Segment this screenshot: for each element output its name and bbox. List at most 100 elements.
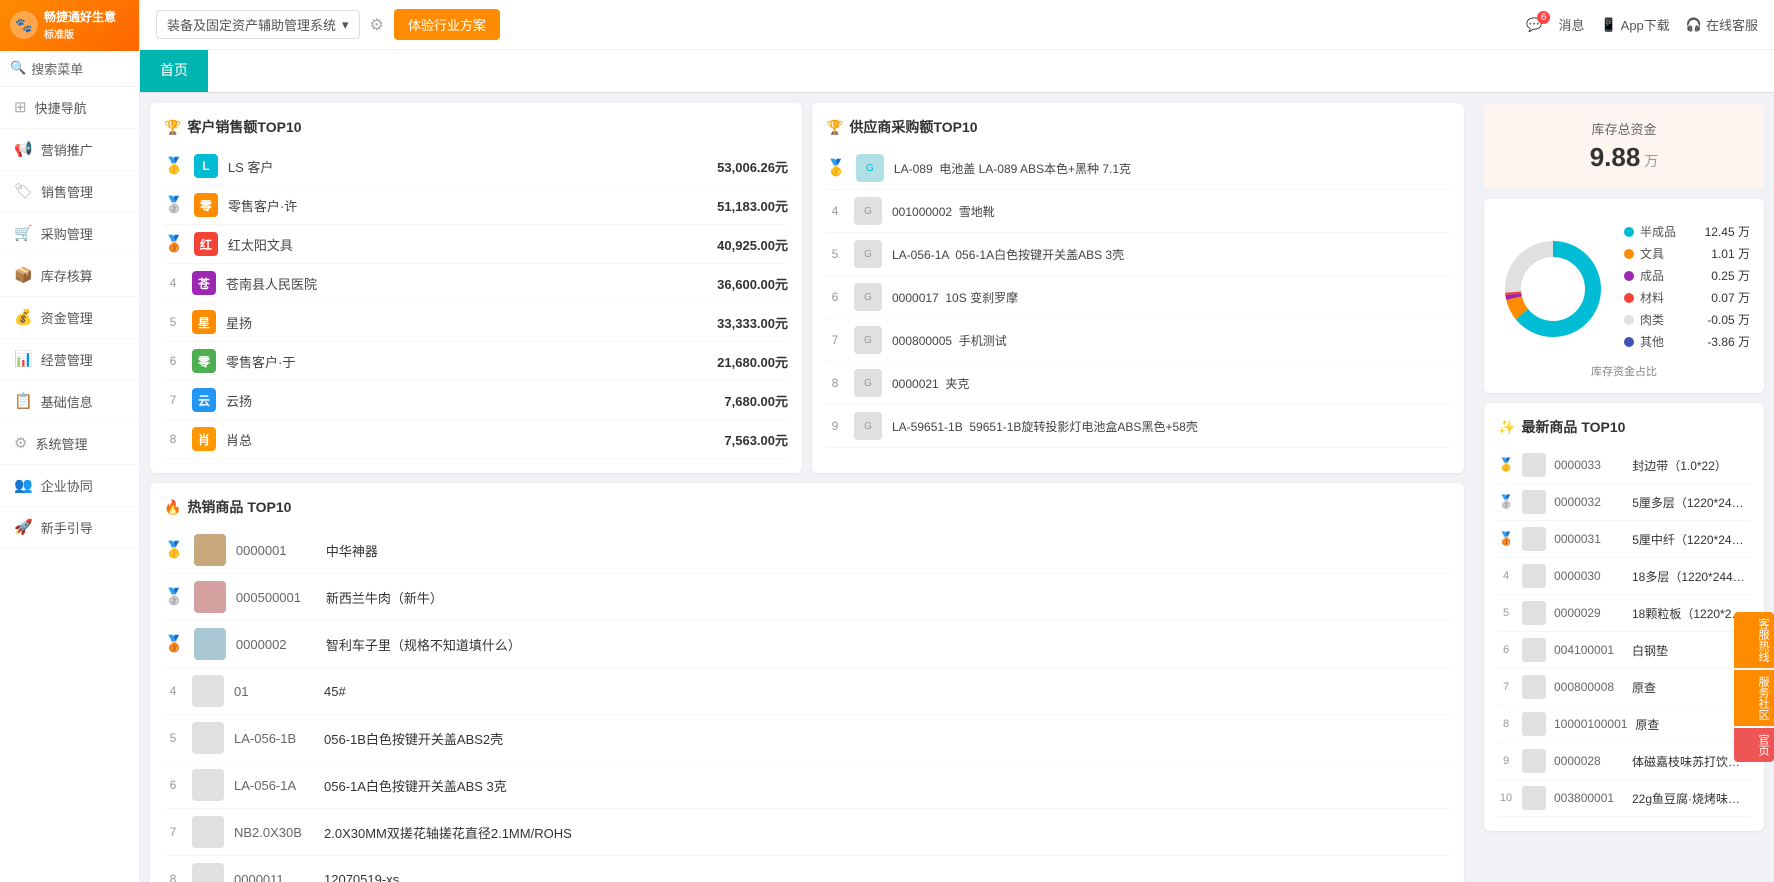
customer-ranking-card: 🏆 客户销售额TOP10 🥇 L LS 客户 53,006.26元 🥈 零 零售… [150, 103, 802, 473]
customer-name: 星扬 [226, 313, 707, 332]
product-code: 003800001 [1554, 791, 1624, 805]
new-products-title: ✨ 最新商品 TOP10 [1498, 417, 1750, 437]
rank-num: 9 [1498, 755, 1514, 767]
rank-num: 8 [826, 376, 844, 390]
legend-value: -0.05 万 [1707, 311, 1750, 328]
customer-badge: 肖 [192, 427, 216, 451]
rank-num: 8 [1498, 718, 1514, 730]
sidebar-item-sales[interactable]: 🏷 销售管理 [0, 171, 139, 213]
product-thumb [192, 816, 224, 848]
new-product-thumb [1522, 601, 1546, 625]
customer-amount: 7,680.00元 [724, 391, 788, 410]
table-row: 4 G 001000002 雪地靴 [826, 190, 1450, 233]
sidebar-item-basic-info[interactable]: 📋 基础信息 [0, 381, 139, 423]
rank-num: 4 [1498, 570, 1514, 582]
table-row: 9 G LA-59651-1B 59651-1B旋转投影灯电池盒ABS黑色+58… [826, 405, 1450, 448]
table-row: 🥉 0000002 智利车子里（规格不知道填什么） [164, 621, 1450, 668]
customer-badge: 零 [194, 193, 218, 217]
rank-num: 5 [164, 315, 182, 329]
float-btn-home[interactable]: 官页 [1734, 728, 1774, 762]
product-name: 45# [324, 684, 1450, 699]
medal-icon: 🥉 [164, 634, 184, 654]
rank-num: 6 [826, 290, 844, 304]
new-product-thumb [1522, 786, 1546, 810]
legend-name: 半成品 [1640, 223, 1699, 240]
rank-num: 4 [826, 204, 844, 218]
sidebar-item-quicknav[interactable]: ⊞ 快捷导航 [0, 87, 139, 129]
top-two-col: 🏆 客户销售额TOP10 🥇 L LS 客户 53,006.26元 🥈 零 零售… [150, 103, 1464, 473]
table-row: 5 G LA-056-1A 056-1A白色按键开关盖ABS 3壳 [826, 233, 1450, 276]
product-thumb [192, 863, 224, 882]
hot-products-title: 🔥 热销商品 TOP10 [164, 497, 1450, 517]
product-name: 原查 [1632, 679, 1750, 696]
sidebar-item-finance[interactable]: 💰 资金管理 [0, 297, 139, 339]
app-download-label: App下载 [1621, 15, 1670, 34]
sidebar-item-stock[interactable]: 📦 库存核算 [0, 255, 139, 297]
new-product-thumb [1522, 527, 1546, 551]
float-btn-community[interactable]: 服务社区 [1734, 670, 1774, 726]
sidebar-item-marketing[interactable]: 📢 营销推广 [0, 129, 139, 171]
legend-item: 材料 0.07 万 [1624, 289, 1750, 306]
system-name: 装备及固定资产辅助管理系统 [167, 15, 336, 34]
sidebar-item-operations[interactable]: 📊 经营管理 [0, 339, 139, 381]
app-download-link[interactable]: 📱 App下载 [1600, 15, 1669, 34]
product-thumb: G [854, 326, 882, 354]
nav-icon-system: ⚙ [14, 434, 27, 452]
hot-products-card: 🔥 热销商品 TOP10 🥇 0000001 中华神器 🥈 000500001 … [150, 483, 1464, 882]
rank-num: 6 [164, 354, 182, 368]
table-row: 4 苍 苍南县人民医院 36,600.00元 [164, 264, 788, 303]
rank-num: 5 [1498, 607, 1514, 619]
product-code: 0000032 [1554, 495, 1624, 509]
legend-dot [1624, 249, 1634, 259]
customer-name: 苍南县人民医院 [226, 274, 707, 293]
logo-name: 畅捷通好生意 [44, 10, 116, 26]
settings-icon[interactable]: ⚙ [370, 15, 384, 35]
product-name: 18颗粒板（1220*2440） [1632, 605, 1750, 622]
product-code: 10000100001 [1554, 717, 1627, 731]
stock-total-card: 库存总资金 9.88 万 [1484, 103, 1764, 189]
customer-amount: 21,680.00元 [717, 352, 788, 371]
table-row: 7 G 000800005 手机测试 [826, 319, 1450, 362]
product-thumb [194, 628, 226, 660]
table-row: 6 零 零售客户·于 21,680.00元 [164, 342, 788, 381]
search-menu[interactable]: 🔍 搜索菜单 [0, 51, 139, 87]
legend-dot [1624, 315, 1634, 325]
sidebar-item-collab[interactable]: 👥 企业协同 [0, 465, 139, 507]
message-icon[interactable]: 💬 6 [1526, 17, 1542, 33]
product-code: 0000011 [234, 872, 314, 882]
sidebar-item-guide[interactable]: 🚀 新手引导 [0, 507, 139, 549]
float-btn-service[interactable]: 客服热线 [1734, 612, 1774, 668]
sidebar-item-purchase[interactable]: 🛒 采购管理 [0, 213, 139, 255]
legend-item: 文具 1.01 万 [1624, 245, 1750, 262]
main-area: 装备及固定资产辅助管理系统 ▾ ⚙ 体验行业方案 💬 6 消息 📱 App下载 … [140, 0, 1774, 882]
online-service-link[interactable]: 🎧 在线客服 [1686, 15, 1758, 34]
trial-button[interactable]: 体验行业方案 [394, 9, 500, 40]
legend-item: 成品 0.25 万 [1624, 267, 1750, 284]
logo-icon: 🐾 [10, 11, 38, 39]
floating-buttons: 客服热线 服务社区 官页 [1734, 612, 1774, 762]
rank-num: 7 [164, 393, 182, 407]
legend-name: 肉类 [1640, 311, 1701, 328]
legend-item: 半成品 12.45 万 [1624, 223, 1750, 240]
system-select[interactable]: 装备及固定资产辅助管理系统 ▾ [156, 10, 360, 39]
product-code: 0000031 [1554, 532, 1624, 546]
customer-amount: 53,006.26元 [717, 157, 788, 176]
trophy-icon: 🏆 [826, 119, 843, 136]
middle-panel: 🏆 客户销售额TOP10 🥇 L LS 客户 53,006.26元 🥈 零 零售… [140, 93, 1474, 882]
rank-num: 5 [826, 247, 844, 261]
rank-num: 4 [164, 276, 182, 290]
product-thumb: G [854, 240, 882, 268]
tab-home[interactable]: 首页 [140, 50, 208, 92]
page-tabs: 首页 [140, 50, 1774, 93]
customer-badge: 苍 [192, 271, 216, 295]
customer-name: 零售客户·于 [226, 352, 707, 371]
table-row: 5 星 星扬 33,333.00元 [164, 303, 788, 342]
medal-icon: 🥉 [164, 234, 184, 254]
legend-item: 肉类 -0.05 万 [1624, 311, 1750, 328]
sidebar-item-system[interactable]: ⚙ 系统管理 [0, 423, 139, 465]
vendor-name: LA-089 电池盖 LA-089 ABS本色+黑种 7.1克 [894, 160, 1450, 177]
nav-icon-quicknav: ⊞ [14, 98, 27, 116]
legend-name: 材料 [1640, 289, 1705, 306]
vendor-name: LA-59651-1B 59651-1B旋转投影灯电池盒ABS黑色+58壳 [892, 418, 1450, 435]
product-code: 000800008 [1554, 680, 1624, 694]
